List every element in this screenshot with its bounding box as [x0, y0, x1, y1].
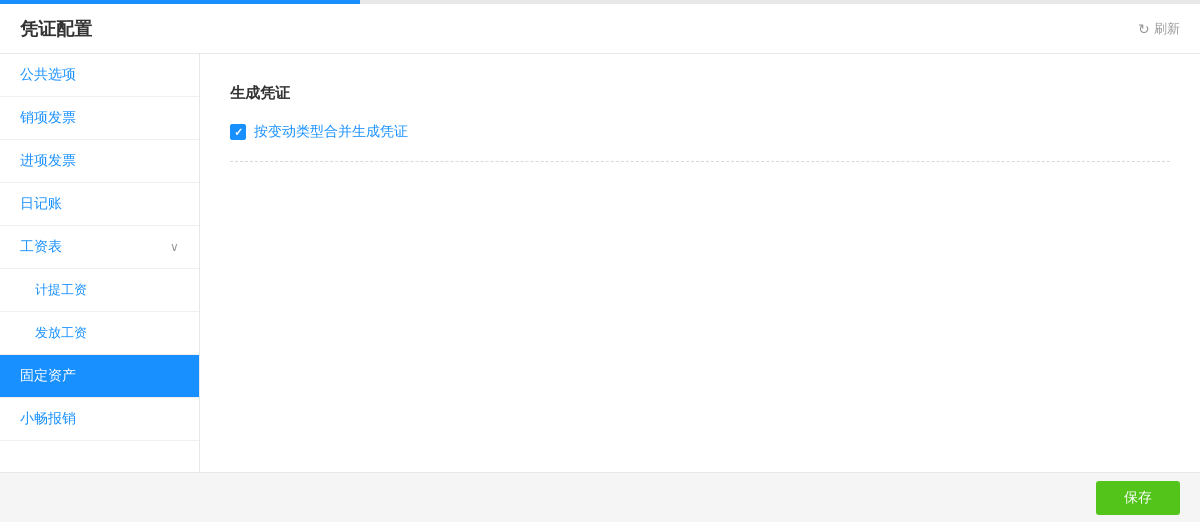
sidebar-item-label: 小畅报销	[20, 410, 76, 428]
main-layout: 公共选项销项发票进项发票日记账工资表 ∨ 计提工资发放工资固定资产小畅报销 生成凭证…	[0, 54, 1200, 522]
sidebar-item-label: 固定资产	[20, 367, 76, 385]
chevron-down-icon: ∨	[170, 240, 179, 254]
sidebar-item-payroll-issue[interactable]: 发放工资	[0, 312, 199, 355]
page-title: 凭证配置	[20, 17, 92, 41]
merge-checkbox-label[interactable]: 按变动类型合并生成凭证	[254, 123, 408, 141]
sidebar-item-fixed-assets[interactable]: 固定资产	[0, 355, 199, 398]
main-content: 生成凭证 按变动类型合并生成凭证	[200, 54, 1200, 522]
sidebar-item-label: 进项发票	[20, 152, 76, 170]
merge-checkbox[interactable]	[230, 124, 246, 140]
sidebar-item-journal[interactable]: 日记账	[0, 183, 199, 226]
refresh-label: 刷新	[1154, 20, 1180, 38]
footer: 保存	[0, 472, 1200, 522]
sidebar: 公共选项销项发票进项发票日记账工资表 ∨ 计提工资发放工资固定资产小畅报销	[0, 54, 200, 522]
sidebar-item-payroll-calc[interactable]: 计提工资	[0, 269, 199, 312]
sidebar-item-payroll[interactable]: 工资表 ∨	[0, 226, 199, 269]
save-button[interactable]: 保存	[1096, 481, 1180, 515]
sidebar-item-expense-claim[interactable]: 小畅报销	[0, 398, 199, 441]
sidebar-item-label: 日记账	[20, 195, 62, 213]
sidebar-item-label: 工资表	[20, 238, 62, 256]
sidebar-item-label: 发放工资	[35, 324, 87, 342]
section-title: 生成凭证	[230, 84, 1170, 103]
sidebar-item-label: 公共选项	[20, 66, 76, 84]
refresh-button[interactable]: ↻ 刷新	[1138, 20, 1180, 38]
sidebar-item-label: 销项发票	[20, 109, 76, 127]
sidebar-item-purchase-invoice[interactable]: 进项发票	[0, 140, 199, 183]
sidebar-item-label: 计提工资	[35, 281, 87, 299]
section-divider	[230, 161, 1170, 162]
page-header: 凭证配置 ↻ 刷新	[0, 4, 1200, 54]
sidebar-item-sales-invoice[interactable]: 销项发票	[0, 97, 199, 140]
checkbox-row: 按变动类型合并生成凭证	[230, 123, 1170, 141]
refresh-icon: ↻	[1138, 21, 1150, 37]
sidebar-item-public-options[interactable]: 公共选项	[0, 54, 199, 97]
